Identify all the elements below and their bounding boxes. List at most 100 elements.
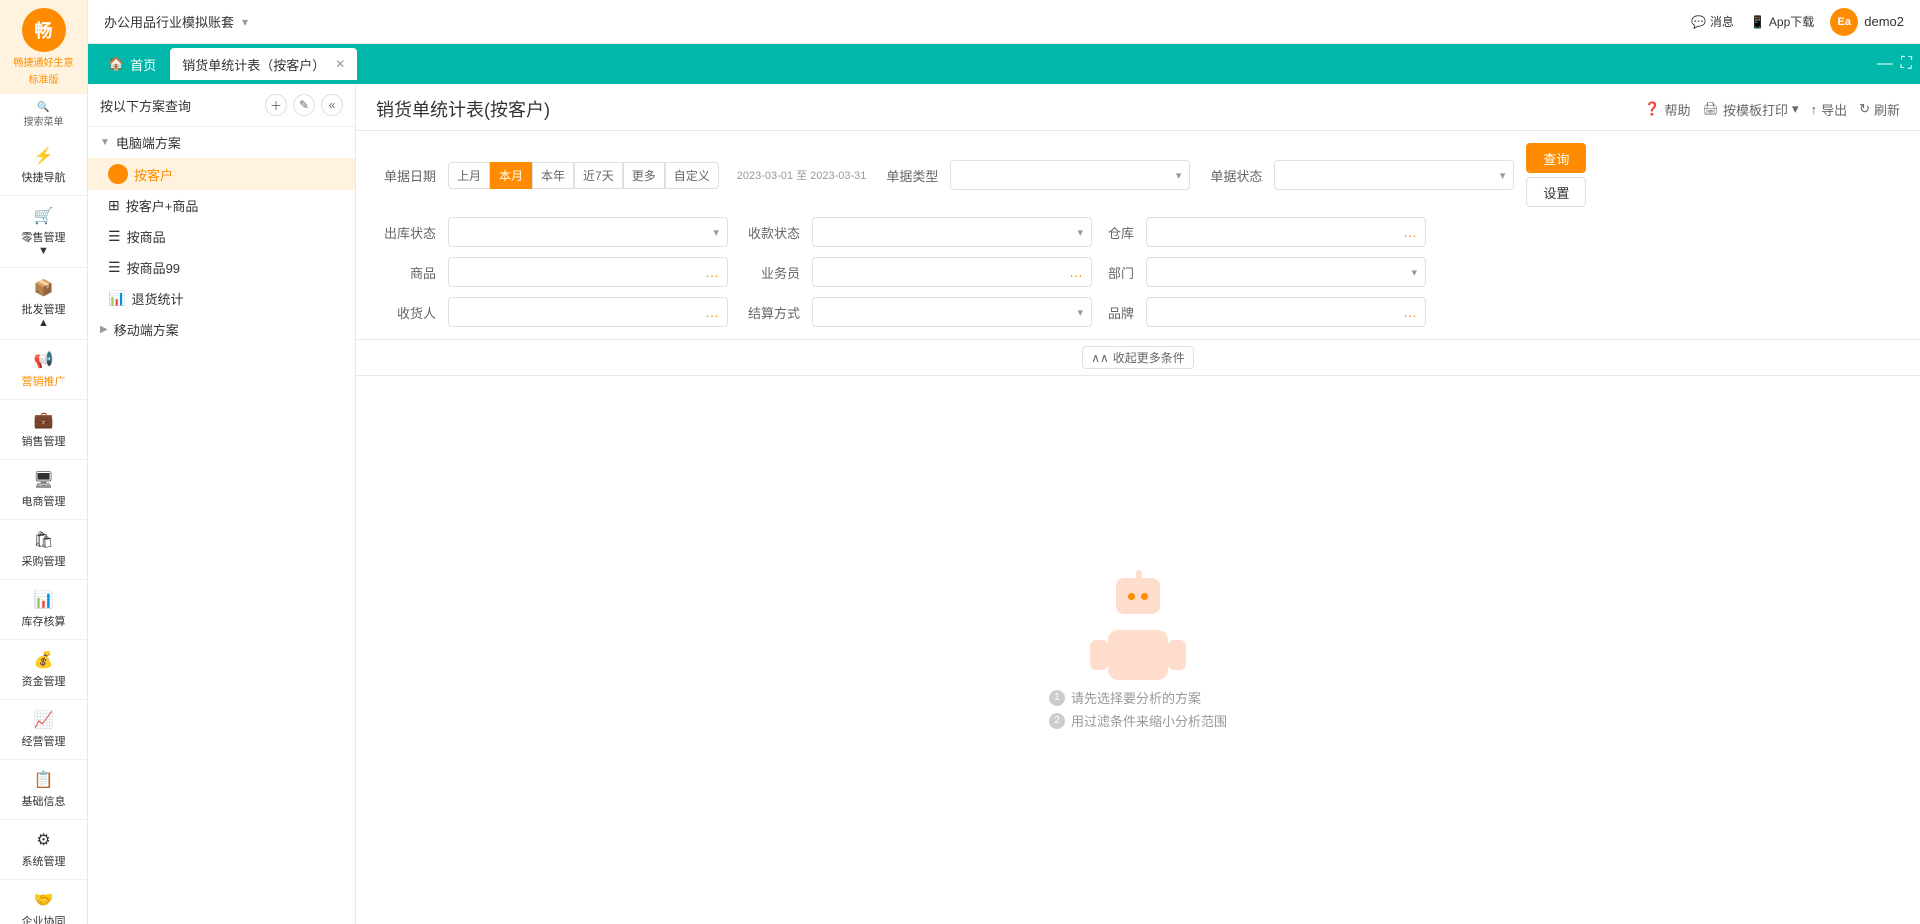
tree-item-by-goods[interactable]: ☰ 按商品 (88, 221, 355, 252)
last-month-btn[interactable]: 上月 (448, 162, 490, 189)
app-download-btn[interactable]: 📱 App下载 (1750, 13, 1814, 30)
order-type-label: 单据类型 (878, 166, 938, 185)
sidebar-item-wholesale[interactable]: 📦 批发管理 ▲ (0, 268, 87, 340)
warehouse-dots[interactable]: … (1403, 224, 1417, 240)
sidebar-item-sales[interactable]: 💼 销售管理 (0, 400, 87, 460)
out-status-arrow: ▾ (713, 226, 719, 239)
by-customer-goods-icon: ⊞ (108, 197, 120, 214)
tab-home[interactable]: 🏠 首页 (96, 48, 168, 80)
collapse-label: 收起更多条件 (1113, 349, 1185, 366)
tree-item-by-customer-goods-label: 按客户+商品 (126, 196, 199, 215)
breadcrumb-dropdown-icon[interactable]: ▾ (242, 15, 248, 29)
left-panel-header: 按以下方案查询 ＋ ✎ « (88, 84, 355, 127)
logo-subtext: 标准版 (29, 71, 59, 86)
robot-antenna (1136, 570, 1142, 582)
dept-select[interactable]: ▾ (1146, 257, 1426, 287)
brand-dots[interactable]: … (1403, 304, 1417, 320)
sidebar-item-shortcuts[interactable]: ⚡ 快捷导航 (0, 136, 87, 196)
collapse-up-icon: ∧∧ (1091, 351, 1109, 365)
add-scheme-btn[interactable]: ＋ (265, 94, 287, 116)
sidebar-item-basic[interactable]: 📋 基础信息 (0, 760, 87, 820)
warehouse-input[interactable]: … (1146, 217, 1426, 247)
tab-maximize-btn[interactable]: ⛶ (1901, 55, 1912, 73)
user-profile[interactable]: Ea demo2 (1830, 8, 1904, 36)
help-btn[interactable]: ❓ 帮助 (1644, 100, 1690, 119)
tree-item-by-customer[interactable]: 按客户 (88, 158, 355, 190)
marketing-label: 营销推广 (22, 373, 66, 389)
date-range-display: 2023-03-01 至 2023-03-31 (737, 167, 867, 183)
out-status-select[interactable]: ▾ (448, 217, 728, 247)
messages-btn[interactable]: 💬 消息 (1691, 13, 1734, 30)
last-7-btn[interactable]: 近7天 (574, 162, 623, 189)
logo-text: 畅捷通好生意 (14, 54, 74, 69)
salesperson-dots[interactable]: … (1069, 264, 1083, 280)
sidebar-item-retail[interactable]: 🛒 零售管理 ▼ (0, 196, 87, 268)
mobile-schemes-group[interactable]: ▶ 移动端方案 (88, 314, 355, 345)
edit-scheme-btn[interactable]: ✎ (293, 94, 315, 116)
tree-item-by-goods-99[interactable]: ☰ 按商品99 (88, 252, 355, 283)
purchase-icon: 🛍 (33, 530, 53, 550)
filter-row-3: 商品 … 业务员 … 部门 ▾ (376, 257, 1900, 287)
help-icon: ❓ (1644, 101, 1660, 117)
more-date-btn[interactable]: 更多 (623, 162, 665, 189)
enterprise-icon: 🤝 (34, 890, 54, 910)
sidebar-item-ecommerce[interactable]: 🖥 电商管理 (0, 460, 87, 520)
system-label: 系统管理 (22, 853, 66, 869)
operation-icon: 📈 (34, 710, 54, 730)
consignee-label: 收货人 (376, 303, 436, 322)
collapse-panel-btn[interactable]: « (321, 94, 343, 116)
collapse-btn[interactable]: ∧∧ 收起更多条件 (1082, 346, 1194, 369)
retail-arrow: ▼ (38, 245, 49, 257)
empty-tip-2-row: 2 用过滤条件来缩小分析范围 (1049, 711, 1227, 730)
refresh-btn[interactable]: ↻ 刷新 (1859, 100, 1900, 119)
return-stat-icon: 📊 (108, 290, 125, 307)
tip-1-num: 1 (1049, 690, 1065, 706)
export-btn[interactable]: ↑ 导出 (1811, 100, 1848, 119)
desktop-schemes-group[interactable]: ▼ 电脑端方案 (88, 127, 355, 158)
sidebar-item-operation[interactable]: 📈 经营管理 (0, 700, 87, 760)
tree-item-by-customer-label: 按客户 (134, 165, 173, 184)
this-month-btn[interactable]: 本月 (490, 162, 532, 189)
header-right: 💬 消息 📱 App下载 Ea demo2 (1691, 8, 1904, 36)
search-icon: 🔍 (37, 102, 49, 113)
action-buttons: 查询 设置 (1526, 143, 1586, 207)
home-icon: 🏠 (108, 56, 124, 72)
sidebar-item-enterprise[interactable]: 🤝 企业协同 (0, 880, 87, 924)
this-year-btn[interactable]: 本年 (532, 162, 574, 189)
sidebar-item-inventory[interactable]: 📊 库存核算 (0, 580, 87, 640)
tab-sales-stat[interactable]: 销货单统计表（按客户） ✕ (170, 48, 357, 80)
inventory-icon: 📊 (34, 590, 54, 610)
sidebar-item-finance[interactable]: 💰 资金管理 (0, 640, 87, 700)
goods-input[interactable]: … (448, 257, 728, 287)
brand-input[interactable]: … (1146, 297, 1426, 327)
sidebar-item-system[interactable]: ⚙ 系统管理 (0, 820, 87, 880)
consignee-dots[interactable]: … (705, 304, 719, 320)
right-panel: 销货单统计表(按客户) ❓ 帮助 🖨 按模板打印 ▾ ↑ (356, 84, 1920, 924)
goods-dots[interactable]: … (705, 264, 719, 280)
print-label: 按模板打印 (1723, 100, 1788, 119)
settings-btn[interactable]: 设置 (1526, 177, 1586, 207)
salesperson-input[interactable]: … (812, 257, 1092, 287)
tab-minimize-btn[interactable]: — (1877, 55, 1893, 73)
search-menu-item[interactable]: 🔍 搜索菜单 (24, 94, 64, 136)
tree-item-return-stat[interactable]: 📊 退货统计 (88, 283, 355, 314)
wholesale-icon: 📦 (34, 278, 54, 298)
tree-item-by-customer-goods[interactable]: ⊞ 按客户+商品 (88, 190, 355, 221)
out-status-label: 出库状态 (376, 223, 436, 242)
sidebar-item-purchase[interactable]: 🛍 采购管理 (0, 520, 87, 580)
consignee-input[interactable]: … (448, 297, 728, 327)
print-template-btn[interactable]: 🖨 按模板打印 ▾ (1703, 100, 1799, 119)
user-name: demo2 (1864, 14, 1904, 29)
receipt-status-select[interactable]: ▾ (812, 217, 1092, 247)
purchase-label: 采购管理 (22, 553, 66, 569)
sidebar-item-marketing[interactable]: 📢 营销推广 (0, 340, 87, 400)
tree-item-by-goods-99-label: 按商品99 (127, 258, 180, 277)
tab-sales-label: 销货单统计表（按客户） (182, 55, 325, 74)
order-status-select[interactable]: ▾ (1274, 160, 1514, 190)
header-left: 办公用品行业模拟账套 ▾ (104, 12, 248, 31)
settle-method-select[interactable]: ▾ (812, 297, 1092, 327)
custom-date-btn[interactable]: 自定义 (665, 162, 719, 189)
tab-close-btn[interactable]: ✕ (335, 57, 345, 71)
search-btn[interactable]: 查询 (1526, 143, 1586, 173)
order-type-select[interactable]: ▾ (950, 160, 1190, 190)
